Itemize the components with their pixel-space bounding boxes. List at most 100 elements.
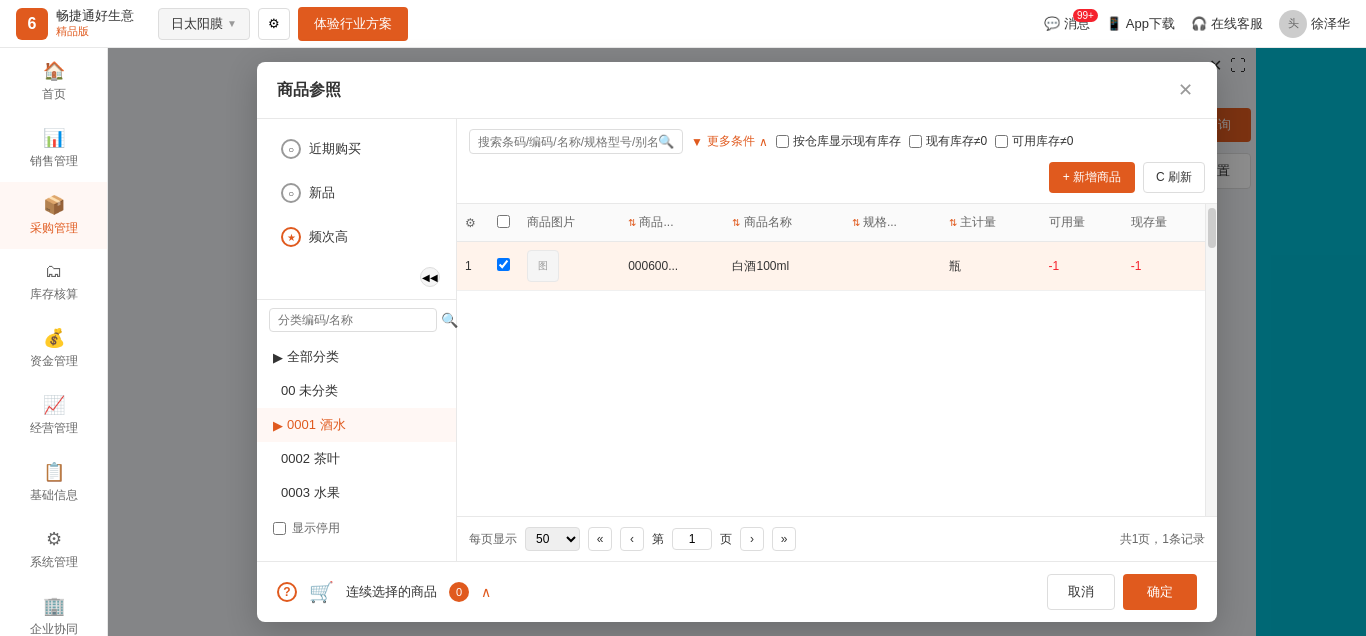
inventory-icon: 🗂: [45, 261, 63, 282]
row-name: 白酒100ml: [724, 242, 843, 291]
collapse-left-panel-button[interactable]: ◀◀: [420, 267, 440, 287]
sort-icon-spec: ⇅: [852, 217, 860, 228]
available-stock-checkbox[interactable]: [995, 135, 1008, 148]
product-table-scroll[interactable]: ⚙ 商品图片: [457, 204, 1205, 516]
refresh-button[interactable]: C 刷新: [1143, 162, 1205, 193]
row-unit: 瓶: [941, 242, 1041, 291]
col-product-code[interactable]: ⇅ 商品...: [620, 204, 724, 242]
table-vertical-scrollbar[interactable]: [1205, 204, 1217, 516]
trial-button[interactable]: 体验行业方案: [298, 7, 408, 41]
col-stock: 现存量: [1123, 204, 1205, 242]
first-page-button[interactable]: «: [588, 527, 612, 551]
row-available: -1: [1041, 242, 1123, 291]
sidebar-item-system[interactable]: ⚙ 系统管理: [0, 516, 107, 583]
recent-purchase-icon: ○: [281, 139, 301, 159]
sidebar-item-home[interactable]: 🏠 首页: [0, 48, 107, 115]
next-page-button[interactable]: ›: [740, 527, 764, 551]
warehouse-stock-checkbox[interactable]: [776, 135, 789, 148]
sales-icon: 📊: [43, 127, 65, 149]
row-checkbox[interactable]: [497, 258, 510, 271]
high-frequency-menu[interactable]: ★ 频次高: [269, 219, 444, 255]
category-search-input[interactable]: [269, 308, 437, 332]
confirm-button[interactable]: 确定: [1123, 574, 1197, 610]
recent-purchase-menu[interactable]: ○ 近期购买: [269, 131, 444, 167]
cancel-button[interactable]: 取消: [1047, 574, 1115, 610]
chevron-down-icon: ▼: [227, 18, 237, 29]
sidebar-item-finance[interactable]: 💰 资金管理: [0, 315, 107, 382]
sidebar-label-finance: 资金管理: [30, 353, 78, 370]
help-button[interactable]: ?: [277, 582, 297, 602]
continuous-label: 连续选择的商品: [346, 583, 437, 601]
col-product-img: 商品图片: [519, 204, 620, 242]
scrollbar-thumb[interactable]: [1208, 208, 1216, 248]
home-icon: 🏠: [43, 60, 65, 82]
message-icon: 💬: [1044, 16, 1060, 31]
logo-icon: 6: [16, 8, 48, 40]
product-image: 图: [527, 250, 559, 282]
page-size-select[interactable]: 50 100 200: [525, 527, 580, 551]
page-text: 第: [652, 531, 664, 548]
add-product-button[interactable]: + 新增商品: [1049, 162, 1135, 193]
system-icon: ⚙: [46, 528, 62, 550]
current-stock-checkbox-label[interactable]: 现有库存≠0: [909, 133, 987, 150]
page-number-input[interactable]: [672, 528, 712, 550]
nav-dropdown[interactable]: 日太阳膜 ▼: [158, 8, 250, 40]
last-page-button[interactable]: »: [772, 527, 796, 551]
expand-arrow-icon: ▶: [273, 350, 283, 365]
prev-page-button[interactable]: ‹: [620, 527, 644, 551]
modal-overlay: 商品参照 ✕ ○ 近期购买 ○ 新品: [108, 48, 1366, 636]
category-search-icon[interactable]: 🔍: [441, 312, 458, 328]
filter-button[interactable]: ▼ 更多条件 ∧: [691, 133, 768, 150]
user-profile-button[interactable]: 头 徐泽华: [1279, 10, 1350, 38]
category-item-uncategorized[interactable]: 00 未分类: [257, 374, 456, 408]
current-stock-checkbox[interactable]: [909, 135, 922, 148]
category-item-all[interactable]: ▶ 全部分类: [257, 340, 456, 374]
show-disabled-checkbox[interactable]: [273, 522, 286, 535]
message-button[interactable]: 💬 消息 99+: [1044, 15, 1090, 33]
category-item-fruit[interactable]: 0003 水果: [257, 476, 456, 508]
message-badge: 99+: [1073, 9, 1098, 22]
select-all-checkbox[interactable]: [497, 215, 510, 228]
collapse-footer-button[interactable]: ∧: [481, 584, 491, 600]
product-search-box[interactable]: 🔍: [469, 129, 683, 154]
logo: 6 畅捷通好生意 精品版: [16, 8, 134, 40]
enterprise-icon: 🏢: [43, 595, 65, 617]
sidebar-label-basic-info: 基础信息: [30, 487, 78, 504]
sidebar-item-inventory[interactable]: 🗂 库存核算: [0, 249, 107, 315]
sidebar-item-sales[interactable]: 📊 销售管理: [0, 115, 107, 182]
settings-button[interactable]: ⚙: [258, 8, 290, 40]
table-row[interactable]: 1 图 000600... 白酒100ml 瓶: [457, 242, 1205, 291]
category-item-liquor[interactable]: ▶ 0001 酒水: [257, 408, 456, 442]
warehouse-stock-checkbox-label[interactable]: 按仓库显示现有库存: [776, 133, 901, 150]
row-code: 000600...: [620, 242, 724, 291]
app-download-button[interactable]: 📱 App下载: [1106, 15, 1175, 33]
cart-icon: 🛒: [309, 580, 334, 604]
new-product-menu[interactable]: ○ 新品: [269, 175, 444, 211]
selected-count-badge: 0: [449, 582, 469, 602]
row-stock: -1: [1123, 242, 1205, 291]
sidebar-item-purchase[interactable]: 📦 采购管理: [0, 182, 107, 249]
product-search-input[interactable]: [478, 135, 658, 149]
page-size-label: 每页显示: [469, 531, 517, 548]
available-stock-checkbox-label[interactable]: 可用库存≠0: [995, 133, 1073, 150]
sidebar-item-enterprise[interactable]: 🏢 企业协同: [0, 583, 107, 636]
col-unit[interactable]: ⇅ 主计量: [941, 204, 1041, 242]
logo-sub: 精品版: [56, 24, 134, 39]
star-icon: ★: [281, 227, 301, 247]
high-frequency-label: 频次高: [309, 228, 348, 246]
modal-close-button[interactable]: ✕: [1173, 78, 1197, 102]
show-disabled-label: 显示停用: [292, 520, 340, 537]
sidebar-item-basic-info[interactable]: 📋 基础信息: [0, 449, 107, 516]
col-spec[interactable]: ⇅ 规格...: [844, 204, 941, 242]
sidebar-item-operations[interactable]: 📈 经营管理: [0, 382, 107, 449]
col-product-name[interactable]: ⇅ 商品名称: [724, 204, 843, 242]
category-list: ▶ 全部分类 00 未分类 ▶ 0001 酒水 0002 茶叶: [257, 340, 456, 508]
sidebar-label-operations: 经营管理: [30, 420, 78, 437]
sidebar-label-system: 系统管理: [30, 554, 78, 571]
sort-icon-unit: ⇅: [949, 217, 957, 228]
online-support-button[interactable]: 🎧 在线客服: [1191, 15, 1263, 33]
sort-icon: ⇅: [628, 217, 636, 228]
new-product-icon: ○: [281, 183, 301, 203]
category-item-tea[interactable]: 0002 茶叶: [257, 442, 456, 476]
table-settings-icon[interactable]: ⚙: [465, 216, 476, 230]
